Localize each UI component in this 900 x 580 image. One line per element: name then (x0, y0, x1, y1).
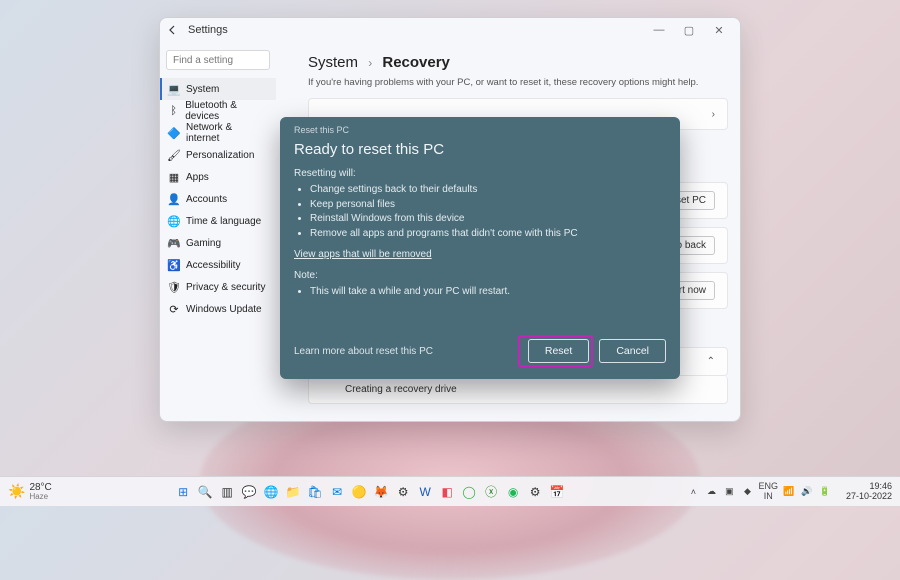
recovery-drive-label: Creating a recovery drive (345, 384, 457, 395)
personalization-icon: 🖌 (168, 149, 180, 161)
back-button[interactable] (166, 23, 180, 37)
date-text: 27-10-2022 (846, 492, 892, 501)
note-bullet-list: This will take a while and your PC will … (294, 285, 666, 300)
window-title: Settings (188, 24, 228, 36)
dialog-titlebar: Reset this PC (294, 125, 666, 135)
breadcrumb-current: Recovery (382, 54, 450, 71)
sidebar-item-network[interactable]: 🔷Network & internet (160, 122, 276, 144)
edge-icon[interactable]: 🌐 (262, 483, 280, 501)
reset-button-highlight: Reset (518, 335, 593, 367)
sidebar-item-privacy[interactable]: 🛡Privacy & security (160, 276, 276, 298)
start-button[interactable]: ⊞ (174, 483, 192, 501)
sidebar-item-accounts[interactable]: 👤Accounts (160, 188, 276, 210)
bluetooth-icon: ᛒ (168, 105, 179, 117)
chevron-up-icon: ⌃ (707, 356, 715, 367)
weather-temp: 28°C (29, 483, 51, 493)
search-icon[interactable]: 🔍 (196, 483, 214, 501)
reset-bullet: Reinstall Windows from this device (310, 212, 666, 227)
onedrive-icon[interactable]: ☁ (704, 485, 718, 499)
word-icon[interactable]: W (416, 483, 434, 501)
sun-icon: ☀️ (8, 483, 25, 500)
sidebar: Find a setting 💻System ᛒBluetooth & devi… (160, 42, 276, 421)
reset-bullet: Remove all apps and programs that didn't… (310, 227, 666, 242)
note-label: Note: (294, 270, 666, 281)
weather-desc: Haze (29, 493, 51, 501)
resetting-will-label: Resetting will: (294, 168, 666, 179)
taskbar-center: ⊞ 🔍 ▥ 💬 🌐 📁 🛍 ✉ 🟡 🦊 ⚙ W ◧ ◯ ⓧ ◉ ⚙ 📅 (60, 483, 681, 501)
xbox-icon[interactable]: ⓧ (482, 483, 500, 501)
chevron-up-icon[interactable]: ˄ (686, 485, 700, 499)
reset-bullet: Keep personal files (310, 198, 666, 213)
privacy-icon: 🛡 (168, 281, 180, 293)
settings-icon[interactable]: ⚙ (394, 483, 412, 501)
reset-bullet-list: Change settings back to their defaults K… (294, 183, 666, 241)
gaming-icon: 🎮 (168, 237, 180, 249)
minimize-button[interactable]: — (644, 24, 674, 36)
chevron-right-icon: › (368, 56, 372, 70)
apps-icon: ▦ (168, 171, 180, 183)
cancel-button[interactable]: Cancel (599, 339, 666, 363)
card-recovery-drive[interactable]: Creating a recovery drive (308, 376, 728, 404)
sidebar-item-accessibility[interactable]: ♿Accessibility (160, 254, 276, 276)
sidebar-item-system[interactable]: 💻System (160, 78, 276, 100)
system-icon: 💻 (168, 83, 180, 95)
tray-app-icon[interactable]: ▣ (722, 485, 736, 499)
recovery-help-text: If you're having problems with your PC, … (308, 77, 728, 88)
learn-more-link[interactable]: Learn more about reset this PC (294, 346, 433, 357)
note-bullet: This will take a while and your PC will … (310, 285, 666, 300)
accessibility-icon: ♿ (168, 259, 180, 271)
utorrent-icon[interactable]: ◯ (460, 483, 478, 501)
wifi-icon[interactable]: 📶 (782, 485, 796, 499)
chrome-icon[interactable]: 🟡 (350, 483, 368, 501)
breadcrumb-root[interactable]: System (308, 54, 358, 71)
accounts-icon: 👤 (168, 193, 180, 205)
spotify-icon[interactable]: ◉ (504, 483, 522, 501)
search-placeholder: Find a setting (173, 55, 233, 66)
breadcrumb: System › Recovery (308, 54, 728, 71)
explorer-icon[interactable]: 📁 (284, 483, 302, 501)
search-input[interactable]: Find a setting (166, 50, 270, 70)
sidebar-item-apps[interactable]: ▦Apps (160, 166, 276, 188)
gear-icon[interactable]: ⚙ (526, 483, 544, 501)
store-icon[interactable]: 🛍 (306, 483, 324, 501)
calendar-icon[interactable]: 📅 (548, 483, 566, 501)
system-tray: ˄ ☁ ▣ ◆ ENG IN 📶 🔊 🔋 (680, 482, 838, 501)
mail-icon[interactable]: ✉ (328, 483, 346, 501)
app-icon[interactable]: ◧ (438, 483, 456, 501)
clock[interactable]: 19:46 27-10-2022 (838, 482, 900, 501)
network-icon: 🔷 (168, 127, 180, 139)
task-view-icon[interactable]: ▥ (218, 483, 236, 501)
chevron-right-icon[interactable]: › (712, 109, 715, 120)
dialog-heading: Ready to reset this PC (294, 141, 666, 158)
windows-update-icon: ⟳ (168, 303, 180, 315)
time-language-icon: 🌐 (168, 215, 180, 227)
firefox-icon[interactable]: 🦊 (372, 483, 390, 501)
chat-icon[interactable]: 💬 (240, 483, 258, 501)
weather-widget[interactable]: ☀️ 28°C Haze (0, 483, 60, 501)
tray-app-icon[interactable]: ◆ (740, 485, 754, 499)
sidebar-item-bluetooth[interactable]: ᛒBluetooth & devices (160, 100, 276, 122)
language-indicator[interactable]: ENG IN (758, 482, 778, 501)
titlebar: Settings — ▢ ✕ (160, 18, 740, 42)
view-apps-link[interactable]: View apps that will be removed (294, 249, 666, 260)
sidebar-item-time-language[interactable]: 🌐Time & language (160, 210, 276, 232)
reset-button[interactable]: Reset (528, 339, 589, 363)
reset-pc-dialog: Reset this PC Ready to reset this PC Res… (280, 117, 680, 379)
volume-icon[interactable]: 🔊 (800, 485, 814, 499)
battery-icon[interactable]: 🔋 (818, 485, 832, 499)
sidebar-item-windows-update[interactable]: ⟳Windows Update (160, 298, 276, 320)
maximize-button[interactable]: ▢ (674, 24, 704, 37)
close-button[interactable]: ✕ (704, 24, 734, 37)
taskbar: ☀️ 28°C Haze ⊞ 🔍 ▥ 💬 🌐 📁 🛍 ✉ 🟡 🦊 ⚙ W ◧ ◯… (0, 476, 900, 506)
reset-bullet: Change settings back to their defaults (310, 183, 666, 198)
sidebar-item-gaming[interactable]: 🎮Gaming (160, 232, 276, 254)
sidebar-item-personalization[interactable]: 🖌Personalization (160, 144, 276, 166)
